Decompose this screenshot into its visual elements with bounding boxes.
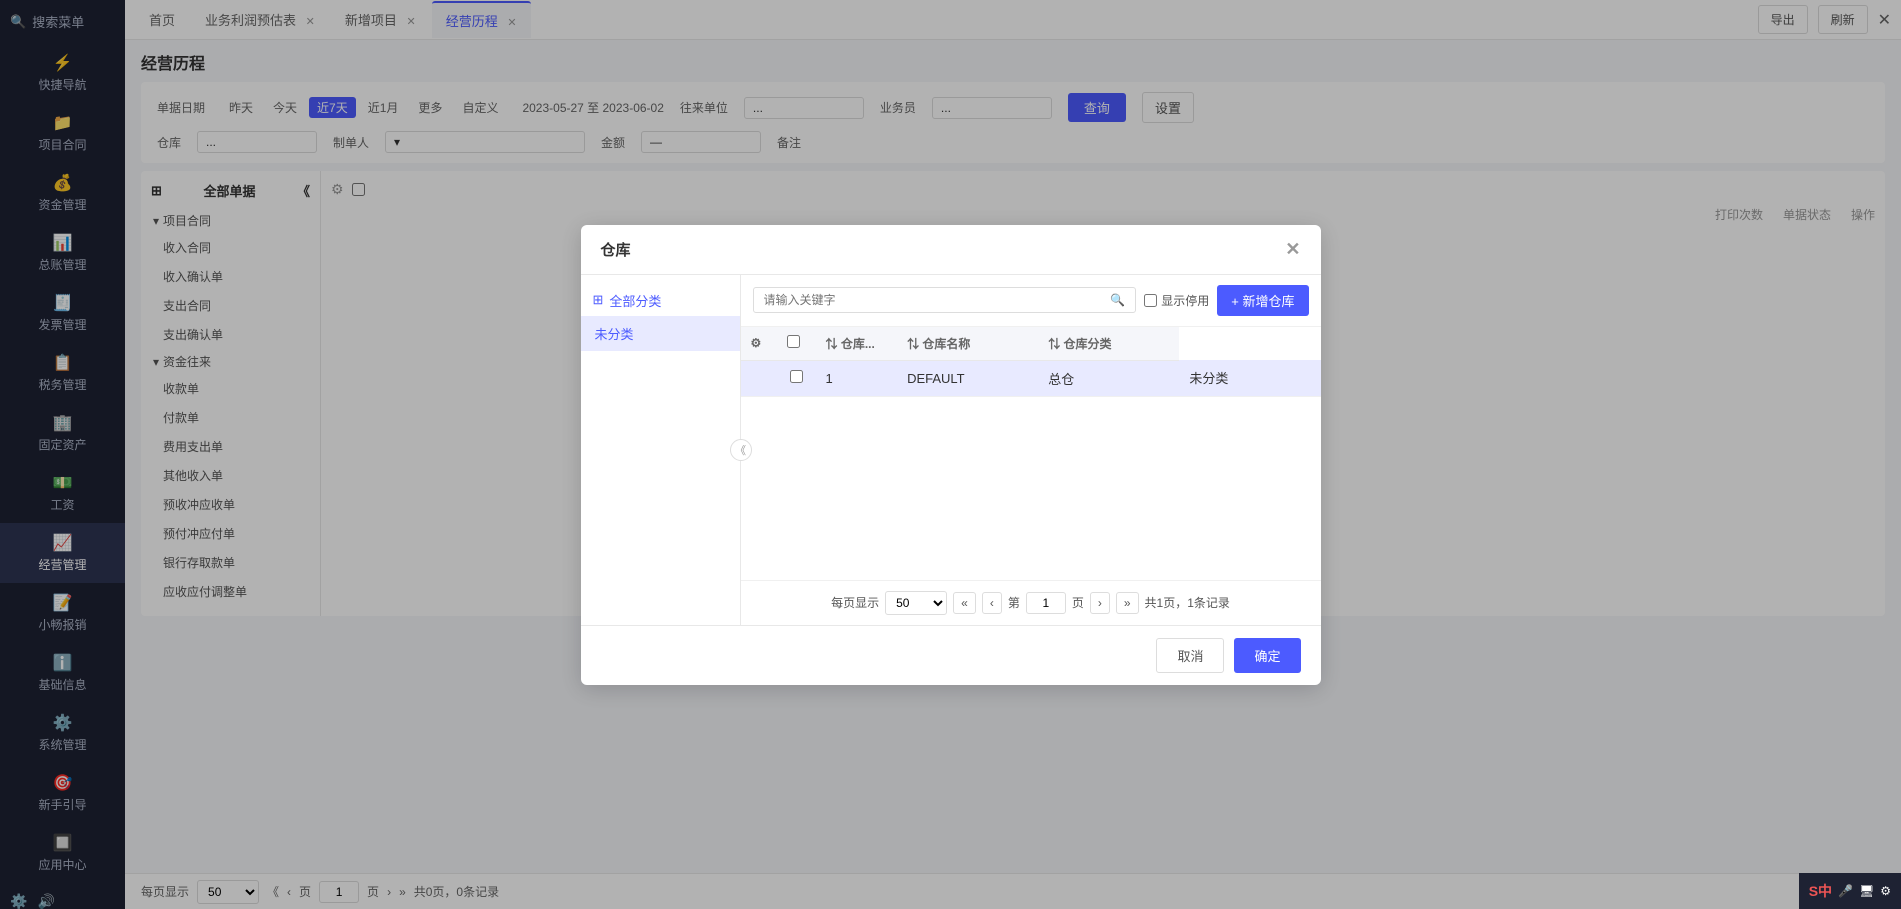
next-page-btn[interactable]: › <box>1090 592 1110 614</box>
sort-icon-2: ⇅ <box>907 337 919 351</box>
show-disabled-checkbox[interactable] <box>1144 294 1157 307</box>
add-warehouse-button[interactable]: + 新增仓库 <box>1217 285 1308 316</box>
modal-pagination: 每页显示 50 « ‹ 第 页 › » 共1页，1条记录 <box>741 580 1321 625</box>
tray-monitor-icon[interactable]: 🖥 <box>1859 884 1874 898</box>
row-name: 总仓 <box>1038 360 1179 396</box>
page-unit: 页 <box>1072 594 1084 611</box>
tray-settings-icon[interactable]: ⚙ <box>1880 884 1891 898</box>
col-header-check[interactable] <box>777 327 816 361</box>
col-header-category: ⇅ 仓库分类 <box>1038 327 1179 361</box>
modal-left-panel: ⊞ 全部分类 未分类 《 <box>581 275 741 625</box>
system-tray: S中 🎤 🖥 ⚙ <box>1799 873 1901 909</box>
row-id: 1 <box>815 360 897 396</box>
confirm-button[interactable]: 确定 <box>1234 638 1300 673</box>
cancel-button[interactable]: 取消 <box>1156 638 1224 673</box>
row-setting <box>741 360 777 396</box>
modal-body: ⊞ 全部分类 未分类 《 🔍 显示停用 + 新增仓库 <box>581 275 1321 625</box>
per-page-label: 每页显示 <box>831 594 879 611</box>
show-disabled-label[interactable]: 显示停用 <box>1144 292 1209 309</box>
modal-right-panel: 🔍 显示停用 + 新增仓库 ⚙ ⇅ 仓库 <box>741 275 1321 625</box>
modal-title: 仓库 <box>601 239 631 260</box>
page-label: 第 <box>1008 594 1020 611</box>
col-header-id: ⇅ 仓库... <box>815 327 897 361</box>
select-all-checkbox[interactable] <box>787 335 800 348</box>
all-category-label: 全部分类 <box>609 291 661 310</box>
tray-logo: S中 <box>1809 881 1832 901</box>
modal-close-button[interactable]: ✕ <box>1285 239 1300 260</box>
total-records: 共1页，1条记录 <box>1145 594 1230 611</box>
sort-icon: ⇅ <box>825 337 837 351</box>
modal-search-box[interactable]: 🔍 <box>753 287 1137 313</box>
modal-table: ⚙ ⇅ 仓库... ⇅ 仓库名称 ⇅ <box>741 327 1321 580</box>
grid-icon: ⊞ <box>593 292 604 308</box>
per-page-select[interactable]: 50 <box>885 591 947 615</box>
modal-toolbar: 🔍 显示停用 + 新增仓库 <box>741 275 1321 327</box>
page-number-input[interactable] <box>1026 592 1066 614</box>
modal-header: 仓库 ✕ <box>581 225 1321 275</box>
modal-footer: 取消 确定 <box>581 625 1321 685</box>
row-code: DEFAULT <box>897 360 1038 396</box>
table-row[interactable]: 1 DEFAULT 总仓 未分类 <box>741 360 1321 396</box>
sort-icon-3: ⇅ <box>1048 337 1060 351</box>
warehouse-modal: 仓库 ✕ ⊞ 全部分类 未分类 《 🔍 显示停用 <box>581 225 1321 685</box>
col-header-setting[interactable]: ⚙ <box>741 327 777 361</box>
modal-all-category[interactable]: ⊞ 全部分类 <box>581 285 740 316</box>
last-page-btn[interactable]: » <box>1116 592 1139 614</box>
modal-search-input[interactable] <box>764 293 1107 307</box>
row-category: 未分类 <box>1179 360 1320 396</box>
row-check[interactable] <box>777 360 816 396</box>
prev-page-btn[interactable]: ‹ <box>982 592 1002 614</box>
warehouse-table: ⚙ ⇅ 仓库... ⇅ 仓库名称 ⇅ <box>741 327 1321 397</box>
tray-mic-icon[interactable]: 🎤 <box>1838 884 1853 898</box>
modal-left-collapse-btn[interactable]: 《 <box>730 439 752 461</box>
modal-category-unclassified[interactable]: 未分类 <box>581 316 740 351</box>
first-page-btn[interactable]: « <box>953 592 976 614</box>
search-icon: 🔍 <box>1110 293 1125 307</box>
row-checkbox[interactable] <box>790 370 803 383</box>
col-header-name: ⇅ 仓库名称 <box>897 327 1038 361</box>
